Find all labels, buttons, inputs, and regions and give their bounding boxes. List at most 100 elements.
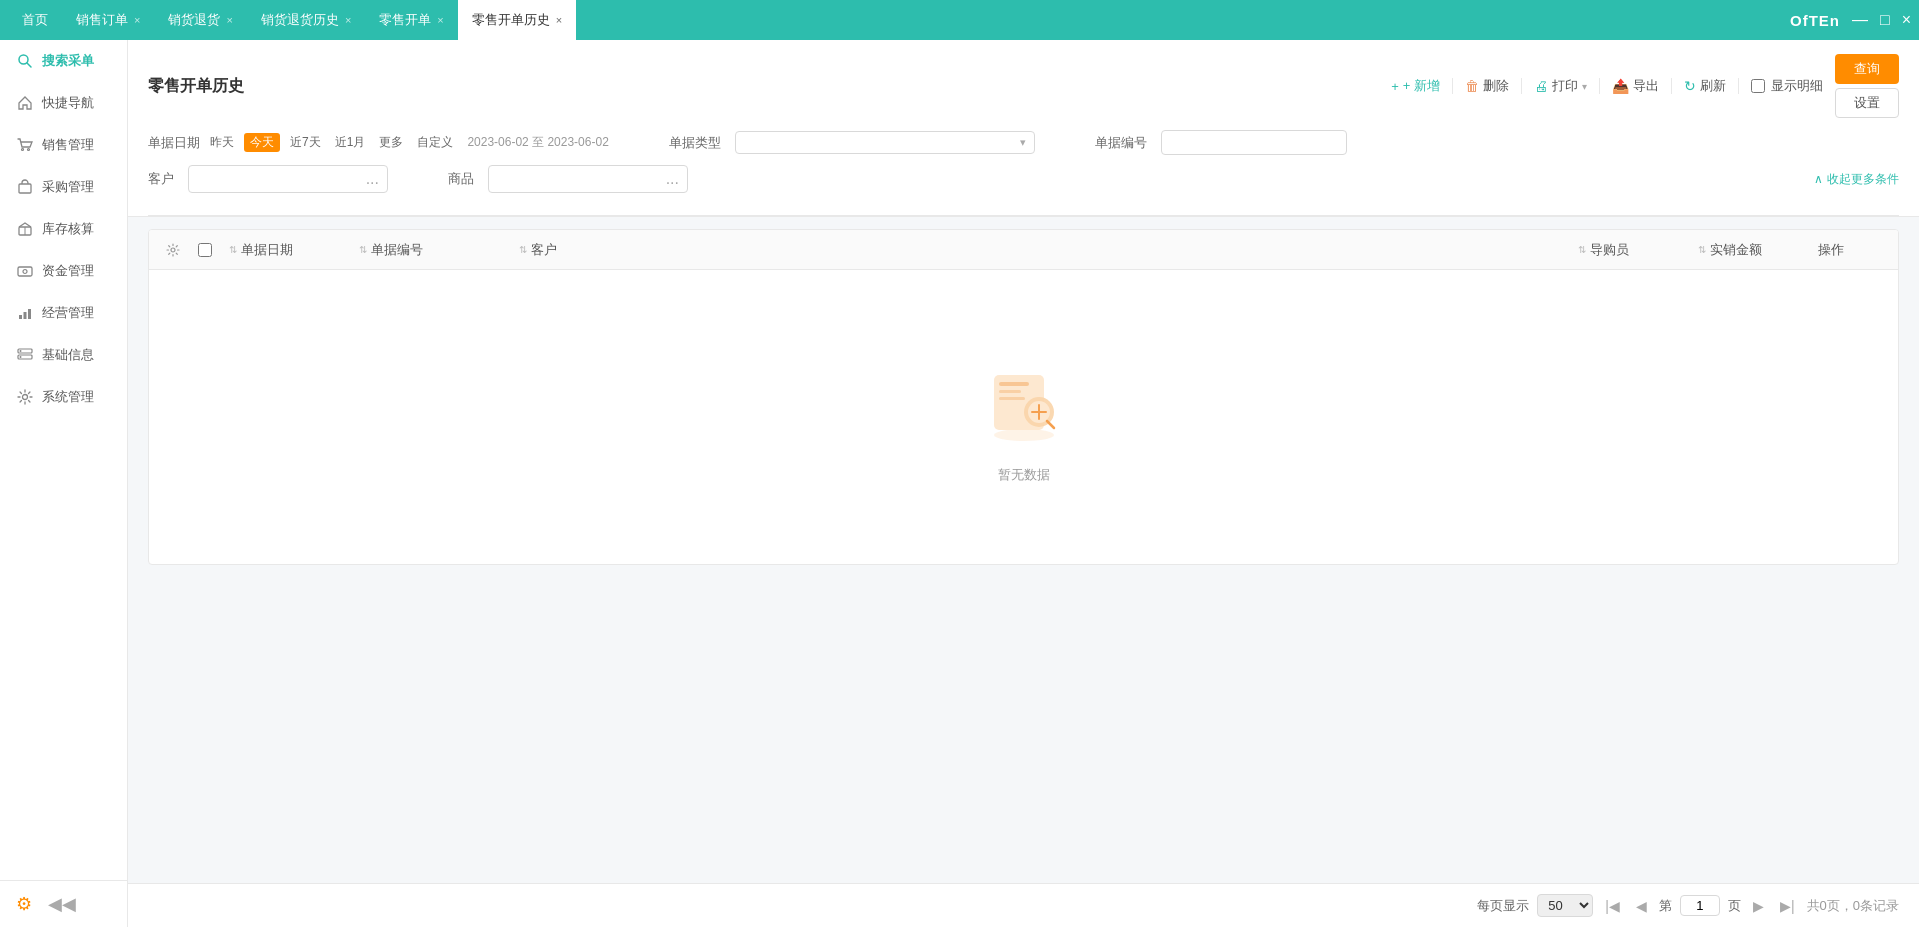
tab-retail-open-close[interactable]: × xyxy=(437,14,443,26)
print-arrow: ▾ xyxy=(1582,81,1587,92)
settings-button[interactable]: 设置 xyxy=(1835,88,1899,118)
query-button[interactable]: 查询 xyxy=(1835,54,1899,84)
money-icon xyxy=(16,262,34,280)
date-btn-7days[interactable]: 近7天 xyxy=(286,133,325,152)
order-no-filter: 单据编号 xyxy=(1095,130,1347,155)
refresh-button[interactable]: ↻ 刷新 xyxy=(1684,77,1726,95)
th-order-no[interactable]: ⇅ 单据编号 xyxy=(351,241,511,259)
display-button[interactable]: 显示明细 xyxy=(1751,77,1823,95)
sort-amount-icon: ⇅ xyxy=(1698,244,1706,255)
filter-row-2: 客户 ... 商品 ... ∧ xyxy=(148,165,1899,193)
sidebar-item-search[interactable]: 搜索采单 xyxy=(0,40,127,82)
sidebar-item-finance-label: 资金管理 xyxy=(42,262,94,280)
display-checkbox[interactable] xyxy=(1751,79,1765,93)
column-settings-button[interactable] xyxy=(157,242,189,258)
tab-home-label: 首页 xyxy=(22,11,48,29)
customer-label: 客户 xyxy=(148,170,174,188)
th-customer-label: 客户 xyxy=(531,241,557,259)
svg-point-17 xyxy=(171,248,175,252)
sidebar-item-sales[interactable]: 销售管理 xyxy=(0,124,127,166)
select-all-input[interactable] xyxy=(198,243,212,257)
sidebar: 搜索采单 快捷导航 销售管理 xyxy=(0,40,128,927)
toolbar-actions: 查询 设置 xyxy=(1835,54,1899,118)
collapse-up-icon: ∧ xyxy=(1814,172,1823,186)
svg-rect-20 xyxy=(999,382,1029,386)
page-number-input[interactable]: 1 xyxy=(1680,895,1720,916)
sidebar-settings-icon[interactable]: ⚙ xyxy=(16,893,32,915)
date-btn-custom[interactable]: 自定义 xyxy=(413,133,457,152)
sidebar-item-purchase[interactable]: 采购管理 xyxy=(0,166,127,208)
window-minimize[interactable]: — xyxy=(1852,11,1868,29)
tab-retail-open-history[interactable]: 零售开单历史 × xyxy=(458,0,576,40)
sidebar-item-basic[interactable]: 基础信息 xyxy=(0,334,127,376)
tab-sales-return-history[interactable]: 销货退货历史 × xyxy=(247,0,365,40)
goods-dots[interactable]: ... xyxy=(666,170,679,188)
date-btn-yesterday[interactable]: 昨天 xyxy=(206,133,238,152)
sidebar-collapse-icon[interactable]: ◀◀ xyxy=(48,893,76,915)
goods-select[interactable]: ... xyxy=(488,165,688,193)
tab-sales-order-close[interactable]: × xyxy=(134,14,140,26)
per-page-label: 每页显示 xyxy=(1477,897,1529,915)
print-button[interactable]: 🖨 打印 ▾ xyxy=(1534,77,1587,95)
order-type-arrow: ▾ xyxy=(1020,136,1026,149)
next-page-button[interactable]: ▶ xyxy=(1749,898,1768,914)
sidebar-item-quick-nav[interactable]: 快捷导航 xyxy=(0,82,127,124)
date-filter: 单据日期 昨天 今天 近7天 近1月 更多 自定义 2023-06-02 至 2… xyxy=(148,133,609,152)
tab-retail-open-history-close[interactable]: × xyxy=(556,14,562,26)
sidebar-item-basic-label: 基础信息 xyxy=(42,346,94,364)
sidebar-item-inventory[interactable]: 库存核算 xyxy=(0,208,127,250)
add-button[interactable]: + + 新增 xyxy=(1391,77,1440,95)
total-label: 共0页，0条记录 xyxy=(1807,897,1899,915)
tab-sales-return-close[interactable]: × xyxy=(226,14,232,26)
divider5 xyxy=(1738,78,1739,94)
per-page-select[interactable]: 50 100 200 xyxy=(1537,894,1593,917)
order-type-select[interactable]: ▾ xyxy=(735,131,1035,154)
svg-rect-7 xyxy=(18,267,32,276)
order-no-label: 单据编号 xyxy=(1095,134,1147,152)
empty-illustration xyxy=(974,350,1074,450)
add-icon: + xyxy=(1391,79,1399,94)
customer-dots[interactable]: ... xyxy=(366,170,379,188)
prev-page-button[interactable]: ◀ xyxy=(1632,898,1651,914)
sidebar-item-operation[interactable]: 经营管理 xyxy=(0,292,127,334)
collapse-button[interactable]: ∧ 收起更多条件 xyxy=(1814,171,1899,188)
tab-home[interactable]: 首页 xyxy=(8,0,62,40)
window-close[interactable]: × xyxy=(1902,11,1911,29)
tab-sales-order[interactable]: 销售订单 × xyxy=(62,0,154,40)
info-icon xyxy=(16,346,34,364)
table-header: ⇅ 单据日期 ⇅ 单据编号 ⇅ 客户 ⇅ 导购员 xyxy=(149,230,1898,270)
th-date[interactable]: ⇅ 单据日期 xyxy=(221,241,351,259)
last-page-button[interactable]: ▶| xyxy=(1776,898,1799,914)
export-button[interactable]: 📤 导出 xyxy=(1612,77,1659,95)
svg-rect-4 xyxy=(19,184,31,193)
gear-icon xyxy=(16,388,34,406)
date-btn-1month[interactable]: 近1月 xyxy=(331,133,370,152)
divider4 xyxy=(1671,78,1672,94)
tab-retail-open-label: 零售开单 xyxy=(379,11,431,29)
delete-label: 删除 xyxy=(1483,77,1509,95)
empty-text: 暂无数据 xyxy=(998,466,1050,484)
window-maximize[interactable]: □ xyxy=(1880,11,1890,29)
search-icon xyxy=(16,52,34,70)
tab-sales-return-history-close[interactable]: × xyxy=(345,14,351,26)
tab-sales-return[interactable]: 销货退货 × xyxy=(154,0,246,40)
customer-select[interactable]: ... xyxy=(188,165,388,193)
collapse-label: 收起更多条件 xyxy=(1827,171,1899,188)
th-amount[interactable]: ⇅ 实销金额 xyxy=(1690,241,1810,259)
brand-logo: OfTEn xyxy=(1790,12,1840,29)
select-all-checkbox[interactable] xyxy=(189,243,221,257)
th-customer[interactable]: ⇅ 客户 xyxy=(511,241,1570,259)
date-btn-today[interactable]: 今天 xyxy=(244,133,280,152)
th-guide[interactable]: ⇅ 导购员 xyxy=(1570,241,1690,259)
svg-rect-10 xyxy=(24,312,27,319)
sidebar-item-finance[interactable]: 资金管理 xyxy=(0,250,127,292)
toolbar: + + 新增 🗑 删除 🖨 打印 ▾ xyxy=(1391,54,1899,118)
date-btn-more[interactable]: 更多 xyxy=(375,133,407,152)
table-area: ⇅ 单据日期 ⇅ 单据编号 ⇅ 客户 ⇅ 导购员 xyxy=(128,217,1919,883)
sidebar-item-system[interactable]: 系统管理 xyxy=(0,376,127,418)
first-page-button[interactable]: |◀ xyxy=(1601,898,1624,914)
order-no-input[interactable] xyxy=(1161,130,1347,155)
delete-button[interactable]: 🗑 删除 xyxy=(1465,77,1509,95)
tab-retail-open[interactable]: 零售开单 × xyxy=(365,0,457,40)
th-date-label: 单据日期 xyxy=(241,241,293,259)
